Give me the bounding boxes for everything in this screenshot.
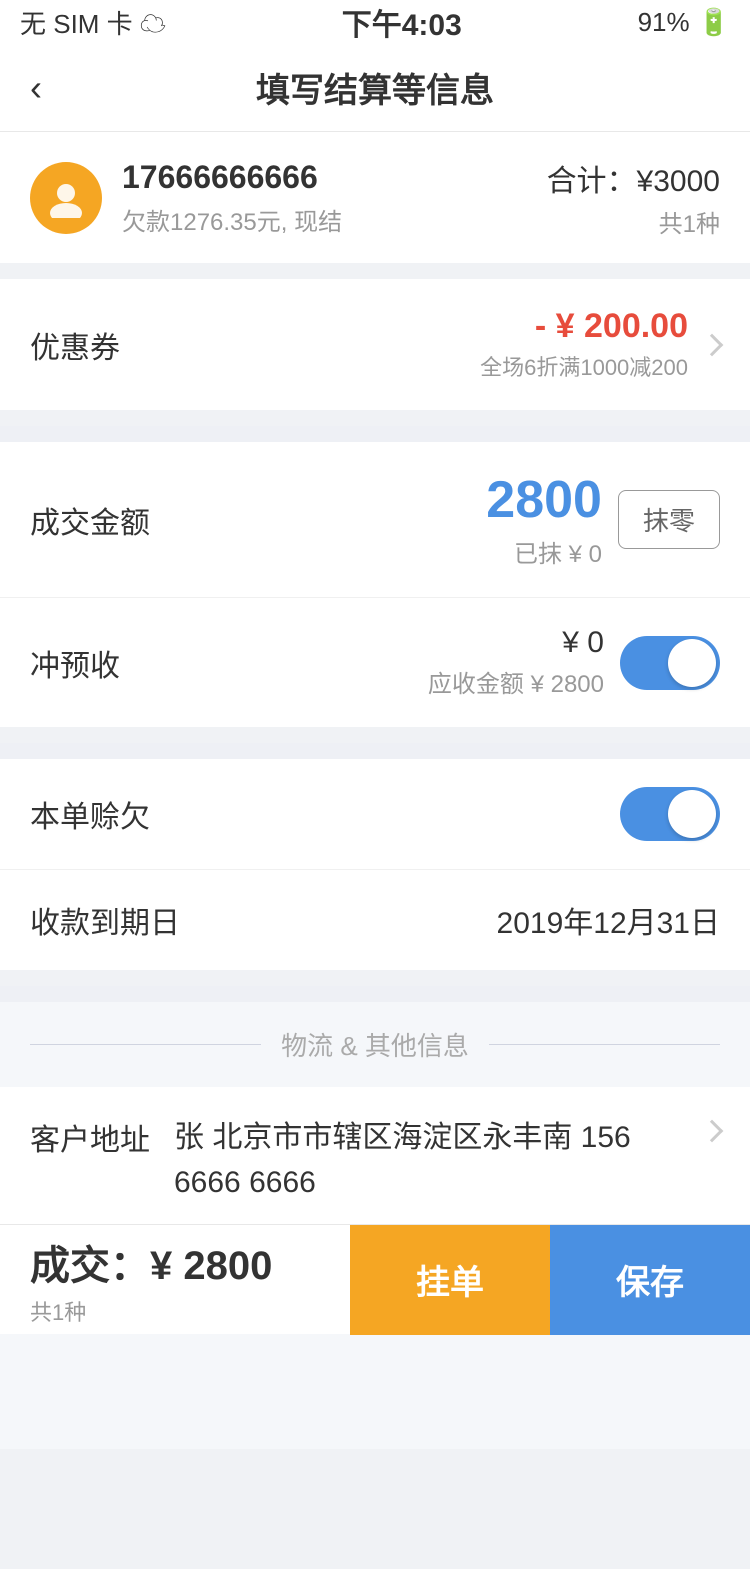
bottom-deal-label: 成交： xyxy=(30,1244,150,1288)
deal-right: 2800 已抹 ¥ 0 抹零 xyxy=(486,470,720,569)
customer-left: 17666666666 欠款1276.35元, 现结 xyxy=(30,159,342,237)
deal-value: 2800 xyxy=(486,470,602,530)
bottom-summary: 成交：¥ 2800 共1种 xyxy=(0,1233,350,1327)
credit-label: 本单赊欠 xyxy=(30,792,150,836)
due-date-label: 收款到期日 xyxy=(30,898,180,942)
customer-right: 合计：¥3000 共1种 xyxy=(547,156,720,239)
coupon-label: 优惠券 xyxy=(30,323,120,367)
status-time: 下午4:03 xyxy=(342,0,462,44)
coupon-section: 优惠券 - ¥ 200.00 全场6折满1000减200 xyxy=(0,279,750,410)
customer-info: 17666666666 欠款1276.35元, 现结 xyxy=(122,159,342,237)
customer-phone: 17666666666 xyxy=(122,159,342,196)
status-left: 无 SIM 卡 ☁ xyxy=(20,4,166,41)
credit-row: 本单赊欠 xyxy=(0,759,750,870)
due-date-row: 收款到期日 2019年12月31日 xyxy=(0,870,750,970)
customer-desc: 欠款1276.35元, 现结 xyxy=(122,202,342,237)
battery-text: 91% xyxy=(638,7,690,38)
status-bar: 无 SIM 卡 ☁ 下午4:03 91% 🔋 xyxy=(0,0,750,44)
content: 17666666666 欠款1276.35元, 现结 合计：¥3000 共1种 … xyxy=(0,132,750,1569)
coupon-value-block: - ¥ 200.00 全场6折满1000减200 xyxy=(480,307,688,382)
page-title: 填写结算等信息 xyxy=(256,63,494,112)
bottom-bar: 成交：¥ 2800 共1种 挂单 保存 xyxy=(0,1224,750,1334)
status-right: 91% 🔋 xyxy=(638,7,730,38)
credit-toggle[interactable] xyxy=(620,787,720,841)
round-down-button[interactable]: 抹零 xyxy=(618,490,720,549)
credit-toggle-knob xyxy=(668,790,716,838)
address-chevron-icon xyxy=(701,1120,724,1143)
logistics-separator: 物流 & 其他信息 xyxy=(0,1002,750,1087)
bottom-deal-amount: ¥ 2800 xyxy=(150,1244,272,1288)
back-button[interactable]: ‹ xyxy=(30,67,42,109)
prepay-row: 冲预收 ¥ 0 应收金额 ¥ 2800 xyxy=(0,598,750,727)
battery-icon: 🔋 xyxy=(698,7,730,38)
sim-text: 无 SIM 卡 ☁ xyxy=(20,4,166,41)
header: ‹ 填写结算等信息 xyxy=(0,44,750,132)
deal-section: 成交金额 2800 已抹 ¥ 0 抹零 冲预收 ¥ 0 应收金额 ¥ 2800 xyxy=(0,442,750,727)
logistics-label: 物流 & 其他信息 xyxy=(281,1026,469,1063)
divider-2 xyxy=(0,743,750,759)
sep-line-right xyxy=(489,1044,720,1045)
deal-label: 成交金额 xyxy=(30,498,150,542)
due-date-value: 2019年12月31日 xyxy=(497,898,720,942)
address-value: 张 北京市市辖区海淀区永丰南 156 6666 6666 xyxy=(174,1115,688,1205)
prepay-value: ¥ 0 xyxy=(428,626,604,660)
prepay-amount-block: ¥ 0 应收金额 ¥ 2800 xyxy=(428,626,604,699)
prepay-sub: 应收金额 ¥ 2800 xyxy=(428,664,604,699)
chevron-icon xyxy=(701,333,724,356)
save-button[interactable]: 保存 xyxy=(550,1225,750,1335)
credit-right xyxy=(620,787,720,841)
hold-button[interactable]: 挂单 xyxy=(350,1225,550,1335)
toggle-knob xyxy=(668,639,716,687)
address-label: 客户地址 xyxy=(30,1115,150,1159)
coupon-row[interactable]: 优惠券 - ¥ 200.00 全场6折满1000减200 xyxy=(0,279,750,410)
bottom-deal-text: 成交：¥ 2800 xyxy=(30,1233,320,1291)
prepay-label: 冲预收 xyxy=(30,641,120,685)
prepay-right: ¥ 0 应收金额 ¥ 2800 xyxy=(428,626,720,699)
customer-card: 17666666666 欠款1276.35元, 现结 合计：¥3000 共1种 xyxy=(0,132,750,263)
deal-amount-block: 2800 已抹 ¥ 0 xyxy=(486,470,602,569)
deal-sub: 已抹 ¥ 0 xyxy=(486,534,602,569)
customer-total: 合计：¥3000 xyxy=(547,156,720,200)
customer-count: 共1种 xyxy=(547,204,720,239)
divider-3 xyxy=(0,986,750,1002)
avatar xyxy=(30,162,102,234)
sep-line-left xyxy=(30,1044,261,1045)
address-row[interactable]: 客户地址 张 北京市市辖区海淀区永丰南 156 6666 6666 xyxy=(0,1087,750,1233)
deal-row: 成交金额 2800 已抹 ¥ 0 抹零 xyxy=(0,442,750,598)
coupon-right: - ¥ 200.00 全场6折满1000减200 xyxy=(480,307,720,382)
credit-section: 本单赊欠 收款到期日 2019年12月31日 xyxy=(0,759,750,970)
coupon-amount: - ¥ 200.00 xyxy=(480,307,688,346)
address-section: 客户地址 张 北京市市辖区海淀区永丰南 156 6666 6666 xyxy=(0,1087,750,1233)
prepay-toggle[interactable] xyxy=(620,636,720,690)
divider-1 xyxy=(0,426,750,442)
bottom-count: 共1种 xyxy=(30,1295,320,1327)
coupon-desc: 全场6折满1000减200 xyxy=(480,350,688,382)
